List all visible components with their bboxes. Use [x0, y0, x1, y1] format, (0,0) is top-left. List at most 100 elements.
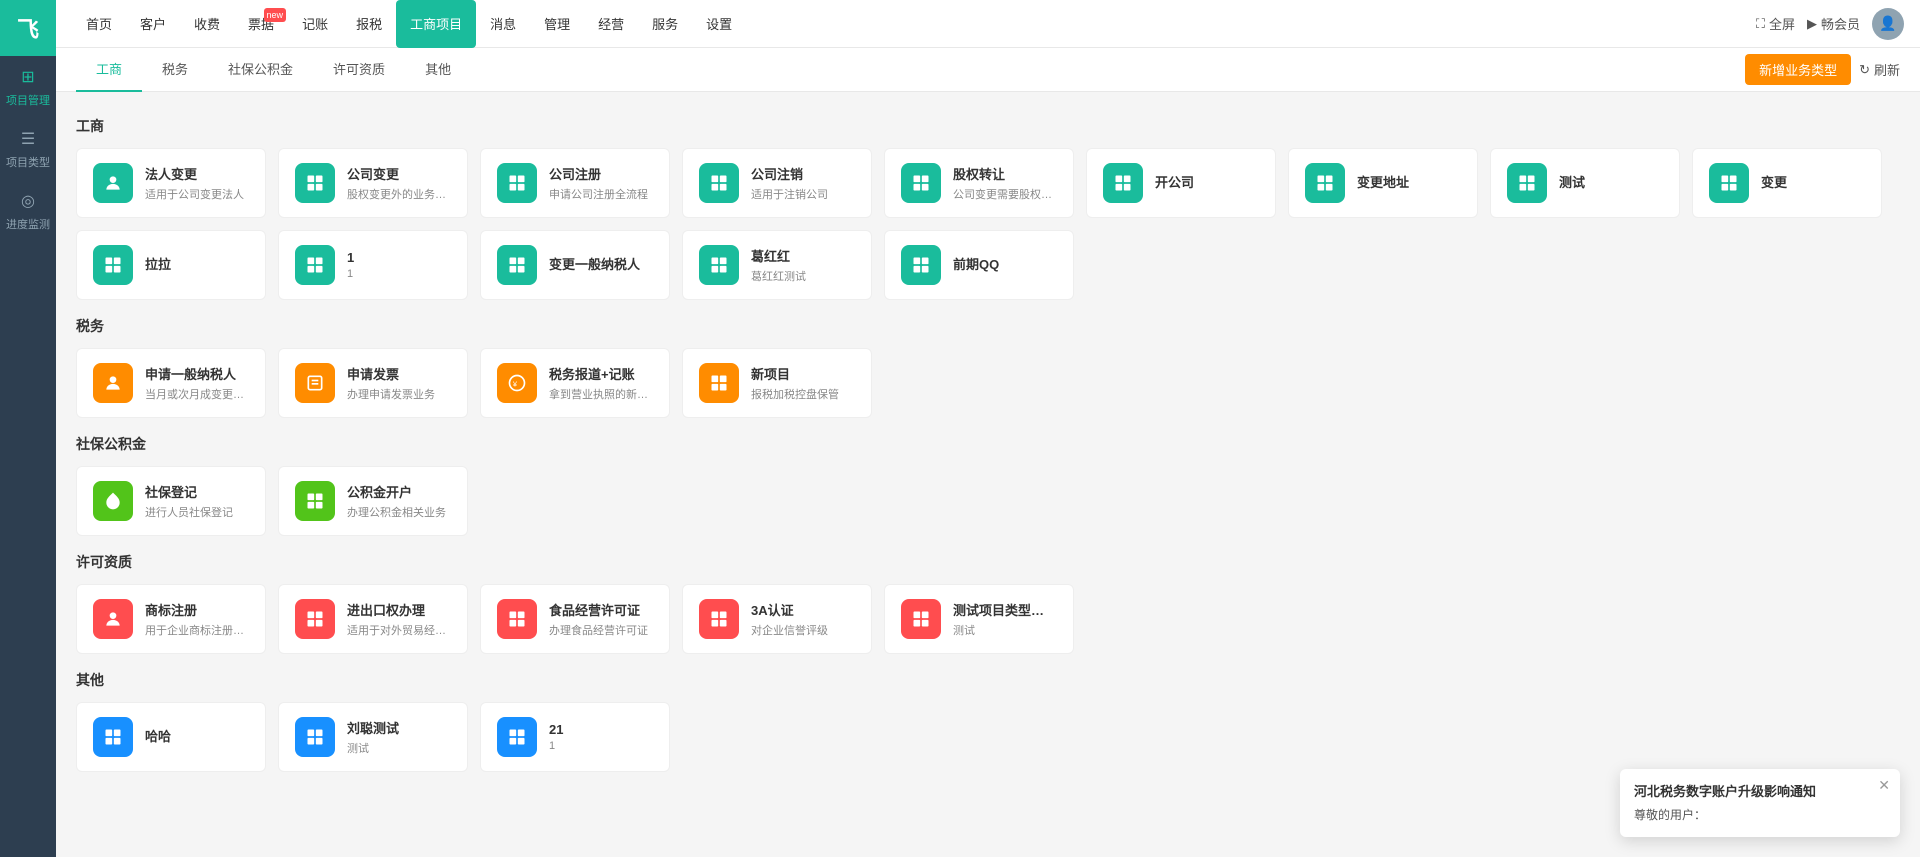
card-3a-cert[interactable]: 3A认证 对企业信誉评级 [682, 584, 872, 654]
card-icon-one [295, 245, 335, 285]
nav-fee[interactable]: 收费 [180, 0, 234, 48]
top-navigation: 首页 客户 收费 票据 new 记账 报税 工商项目 消息 管理 经营 服务 设… [56, 0, 1920, 48]
tab-social[interactable]: 社保公积金 [208, 48, 313, 92]
notification-body: 尊敬的用户： [1634, 806, 1886, 825]
card-text-fund-open: 公积金开户 办理公积金相关业务 [347, 482, 451, 520]
tab-license[interactable]: 许可资质 [313, 48, 405, 92]
sidebar-item-project-manage[interactable]: ⊞ 项目管理 [0, 56, 56, 118]
card-test-category[interactable]: 测试项目类型目定义 测试 [884, 584, 1074, 654]
card-import-export[interactable]: 进出口权办理 适用于对外贸易经营者 [278, 584, 468, 654]
project-manage-icon: ⊞ [17, 66, 39, 88]
main-area: 首页 客户 收费 票据 new 记账 报税 工商项目 消息 管理 经营 服务 设… [56, 0, 1920, 857]
card-one[interactable]: 1 1 [278, 230, 468, 300]
card-twenty-one[interactable]: 21 1 [480, 702, 670, 772]
card-fund-open[interactable]: 公积金开户 办理公积金相关业务 [278, 466, 468, 536]
card-icon-equity-transfer [901, 163, 941, 203]
user-avatar[interactable]: 👤 [1872, 8, 1904, 40]
card-legal-change[interactable]: 法人变更 适用于公司变更法人 [76, 148, 266, 218]
card-icon-change-taxpayer [497, 245, 537, 285]
tab-industry[interactable]: 工商 [76, 48, 142, 92]
progress-monitor-icon: ◎ [17, 190, 39, 212]
fullscreen-button[interactable]: ⛶ 全屏 [1756, 14, 1795, 33]
card-icon-test [1507, 163, 1547, 203]
card-icon-3a-cert [699, 599, 739, 639]
card-text-tax-report: 税务报道+记账 拿到营业执照的新公司 [549, 364, 653, 402]
card-text-lala: 拉拉 [145, 254, 249, 276]
refresh-icon: ↻ [1859, 62, 1870, 78]
card-company-register[interactable]: 公司注册 申请公司注册全流程 [480, 148, 670, 218]
card-company-cancel[interactable]: 公司注销 适用于注销公司 [682, 148, 872, 218]
social-cards-grid: 社保登记 进行人员社保登记 公积金开户 办理公积金相关业务 [76, 466, 1900, 536]
card-icon-haha [93, 717, 133, 757]
card-text-one: 1 1 [347, 250, 451, 280]
nav-service[interactable]: 服务 [638, 0, 692, 48]
nav-settings[interactable]: 设置 [692, 0, 746, 48]
card-text-3a-cert: 3A认证 对企业信誉评级 [751, 600, 855, 638]
card-mohong[interactable]: 葛红红 葛红红测试 [682, 230, 872, 300]
nav-home[interactable]: 首页 [72, 0, 126, 48]
card-haha[interactable]: 哈哈 [76, 702, 266, 772]
card-qq[interactable]: 前期QQ [884, 230, 1074, 300]
nav-tax[interactable]: 报税 [342, 0, 396, 48]
sidebar-item-progress-monitor[interactable]: ◎ 进度监测 [0, 180, 56, 242]
nav-account[interactable]: 记账 [288, 0, 342, 48]
card-icon-twenty-one [497, 717, 537, 757]
other-cards-grid: 哈哈 刘聪测试 测试 [76, 702, 1900, 772]
nav-operation[interactable]: 经营 [584, 0, 638, 48]
section-title-social: 社保公积金 [76, 434, 1900, 454]
sidebar-item-project-type[interactable]: ☰ 项目类型 [0, 118, 56, 180]
fullscreen-icon: ⛶ [1756, 16, 1765, 32]
section-title-industry: 工商 [76, 116, 1900, 136]
card-food-permit[interactable]: 食品经营许可证 办理食品经营许可证 [480, 584, 670, 654]
card-icon-qq [901, 245, 941, 285]
nav-ticket[interactable]: 票据 new [234, 0, 288, 48]
card-icon-change [1709, 163, 1749, 203]
new-badge: new [264, 8, 287, 22]
card-change[interactable]: 变更 [1692, 148, 1882, 218]
nav-industry[interactable]: 工商项目 [396, 0, 476, 48]
card-text-test: 测试 [1559, 172, 1663, 194]
member-button[interactable]: ▶ 畅会员 [1807, 14, 1860, 33]
industry-cards-grid: 法人变更 适用于公司变更法人 公司变更 股权变更外的业务变更 [76, 148, 1900, 300]
card-text-twenty-one: 21 1 [549, 722, 653, 752]
card-change-taxpayer[interactable]: 变更一般纳税人 [480, 230, 670, 300]
app-logo: 飞 [0, 0, 56, 56]
card-icon-mohong [699, 245, 739, 285]
card-new-project[interactable]: 新项目 报税加税控盘保管 [682, 348, 872, 418]
project-type-icon: ☰ [17, 128, 39, 150]
card-equity-transfer[interactable]: 股权转让 公司变更需要股权转让 [884, 148, 1074, 218]
card-icon-tax-report: ¥ [497, 363, 537, 403]
card-apply-taxpayer[interactable]: 申请一般纳税人 当月或次月成变更完成 [76, 348, 266, 418]
nav-manage[interactable]: 管理 [530, 0, 584, 48]
tab-other[interactable]: 其他 [405, 48, 471, 92]
section-title-tax: 税务 [76, 316, 1900, 336]
card-text-new-project: 新项目 报税加税控盘保管 [751, 364, 855, 402]
notification-close-button[interactable]: ✕ [1878, 777, 1890, 794]
card-social-register[interactable]: 社保登记 进行人员社保登记 [76, 466, 266, 536]
tab-tax[interactable]: 税务 [142, 48, 208, 92]
topnav-right: ⛶ 全屏 ▶ 畅会员 👤 [1756, 8, 1904, 40]
add-type-button[interactable]: 新增业务类型 [1745, 54, 1851, 85]
card-test[interactable]: 测试 [1490, 148, 1680, 218]
nav-customer[interactable]: 客户 [126, 0, 180, 48]
card-text-open-company: 开公司 [1155, 172, 1259, 194]
card-text-change: 变更 [1761, 172, 1865, 194]
card-icon-import-export [295, 599, 335, 639]
refresh-button[interactable]: ↻ 刷新 [1859, 54, 1900, 85]
card-text-apply-taxpayer: 申请一般纳税人 当月或次月成变更完成 [145, 364, 249, 402]
card-open-company[interactable]: 开公司 [1086, 148, 1276, 218]
card-lala[interactable]: 拉拉 [76, 230, 266, 300]
card-tax-report[interactable]: ¥ 税务报道+记账 拿到营业执照的新公司 [480, 348, 670, 418]
card-company-change[interactable]: 公司变更 股权变更外的业务变更 [278, 148, 468, 218]
card-apply-invoice[interactable]: 申请发票 办理申请发票业务 [278, 348, 468, 418]
card-text-change-taxpayer: 变更一般纳税人 [549, 254, 653, 276]
card-text-mohong: 葛红红 葛红红测试 [751, 246, 855, 284]
nav-message[interactable]: 消息 [476, 0, 530, 48]
play-icon: ▶ [1807, 16, 1817, 32]
card-liu-test[interactable]: 刘聪测试 测试 [278, 702, 468, 772]
card-text-company-register: 公司注册 申请公司注册全流程 [549, 164, 653, 202]
card-icon-apply-taxpayer [93, 363, 133, 403]
card-trademark[interactable]: 商标注册 用于企业商标注册服务 [76, 584, 266, 654]
card-icon-legal-change [93, 163, 133, 203]
card-change-address[interactable]: 变更地址 [1288, 148, 1478, 218]
